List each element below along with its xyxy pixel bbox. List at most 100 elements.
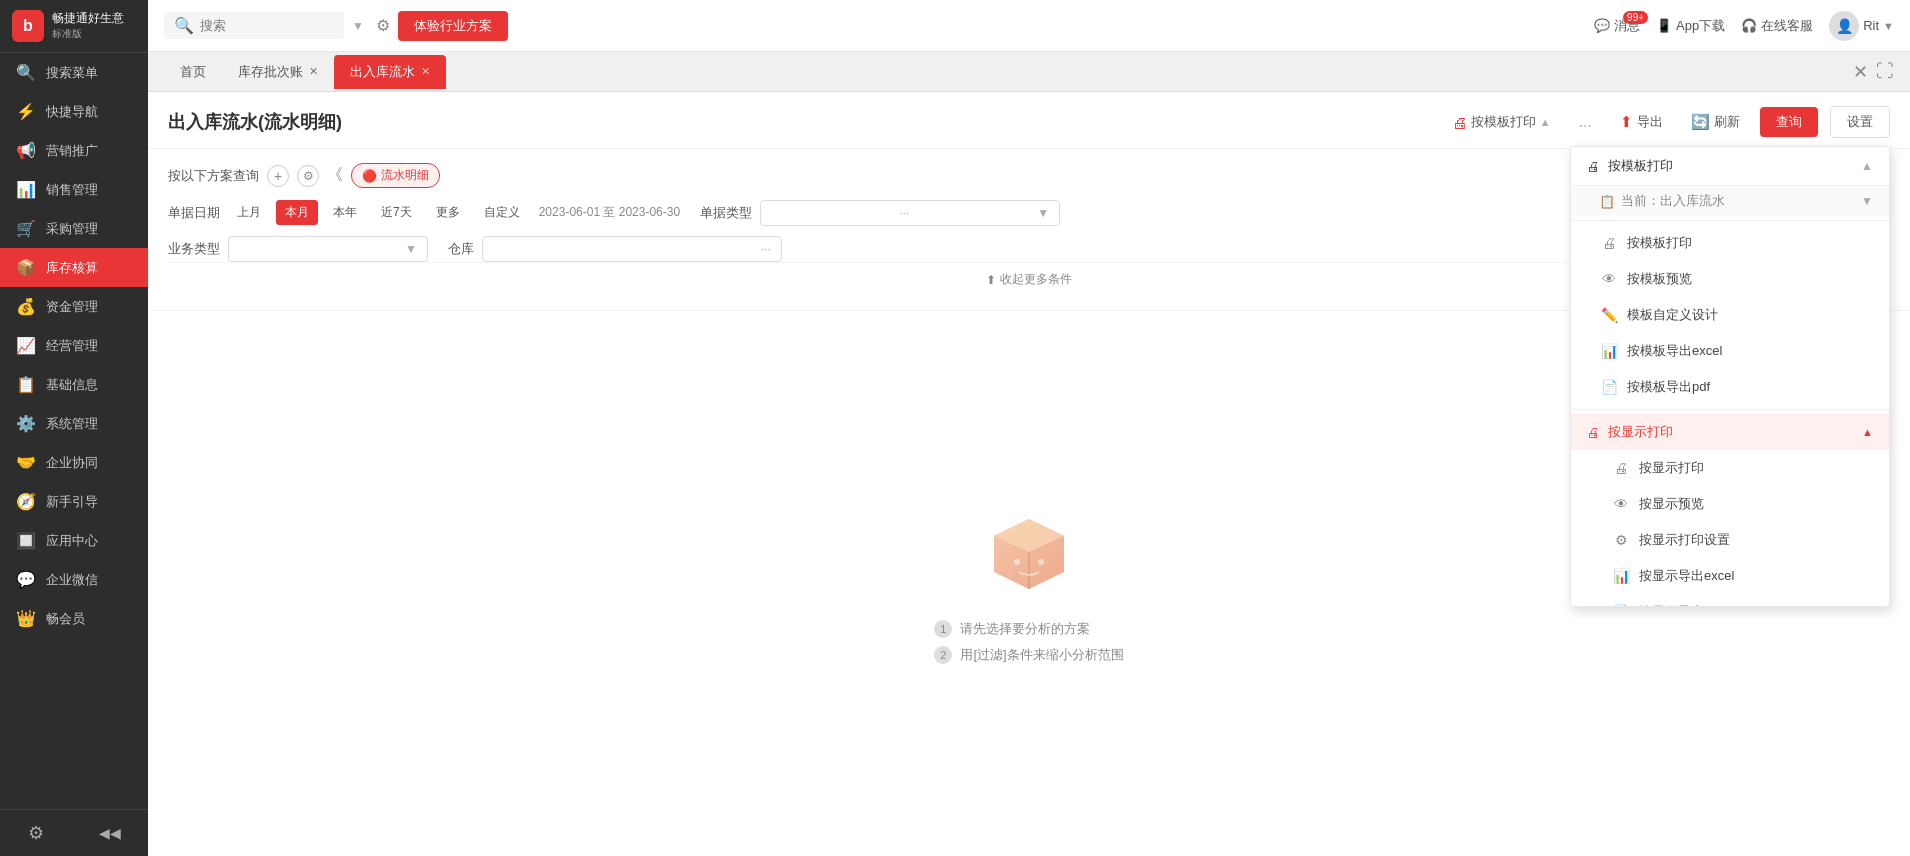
date-btn-custom[interactable]: 自定义 xyxy=(475,200,529,225)
search-input[interactable] xyxy=(200,18,320,33)
sidebar-item-wechat[interactable]: 💬 企业微信 xyxy=(0,560,148,599)
dropdown-item-display-settings[interactable]: ⚙ 按显示打印设置 xyxy=(1571,522,1889,558)
tab-batch[interactable]: 库存批次账 ✕ xyxy=(222,55,334,89)
tab-flow-close-icon[interactable]: ✕ xyxy=(421,65,430,78)
sidebar-item-inventory[interactable]: 📦 库存核算 xyxy=(0,248,148,287)
template-pdf-label: 按模板导出pdf xyxy=(1627,378,1710,396)
dropdown-item-template-preview[interactable]: 👁 按模板预览 xyxy=(1571,261,1889,297)
box-icon: 📦 xyxy=(16,258,36,277)
filter-add-btn[interactable]: + xyxy=(267,165,289,187)
sidebar-item-shortcut[interactable]: ⚡ 快捷导航 xyxy=(0,92,148,131)
bill-type-select[interactable]: ··· ▼ xyxy=(760,200,1060,226)
topbar-chevron-icon[interactable]: ▼ xyxy=(352,19,364,33)
dropdown-item-template-excel[interactable]: 📊 按模板导出excel xyxy=(1571,333,1889,369)
filter-tag-label: 流水明细 xyxy=(381,167,429,184)
sidebar-item-sales[interactable]: 📊 销售管理 xyxy=(0,170,148,209)
wechat-icon: 💬 xyxy=(16,570,36,589)
sidebar-item-system[interactable]: ⚙️ 系统管理 xyxy=(0,404,148,443)
dropdown-item-display-excel[interactable]: 📊 按显示导出excel xyxy=(1571,558,1889,594)
filter-date-item: 单据日期 上月 本月 本年 近7天 更多 自定义 2023-06-01 至 20… xyxy=(168,200,680,225)
bill-type-more-icon[interactable]: ··· xyxy=(899,206,909,220)
dropdown-scroll: 📋 当前：出入库流水 ▼ 🖨 按模板打印 xyxy=(1571,186,1889,606)
app-download-btn[interactable]: 📱 App下载 xyxy=(1656,17,1725,35)
user-profile[interactable]: 👤 Rit ▼ xyxy=(1829,11,1894,41)
content-area: 出入库流水(流水明细) 🖨 按模板打印 ▲ ... ⬆ 导出 🔄 刷新 xyxy=(148,92,1910,856)
date-btn-this-year[interactable]: 本年 xyxy=(324,200,366,225)
online-service-btn[interactable]: 🎧 在线客服 xyxy=(1741,17,1813,35)
money-icon: 💰 xyxy=(16,297,36,316)
display-print-label: 按显示打印 xyxy=(1639,459,1704,477)
search-icon: 🔍 xyxy=(174,16,194,35)
sidebar-item-purchase[interactable]: 🛒 采购管理 xyxy=(0,209,148,248)
sidebar-item-member[interactable]: 👑 畅会员 xyxy=(0,599,148,638)
warehouse-label: 仓库 xyxy=(448,240,474,258)
sidebar-scroll: 🔍 搜索菜单 ⚡ 快捷导航 📢 营销推广 📊 销售管理 🛒 采购管理 📦 库存核… xyxy=(0,53,148,809)
sidebar-item-guide[interactable]: 🧭 新手引导 xyxy=(0,482,148,521)
business-type-label: 业务类型 xyxy=(168,240,220,258)
display-print-icon: 🖨 xyxy=(1611,460,1631,476)
warehouse-more-icon[interactable]: ··· xyxy=(761,242,771,256)
megaphone-icon: 📢 xyxy=(16,141,36,160)
display-print-section-icon: 🖨 xyxy=(1587,425,1600,440)
dropdown-section2-header[interactable]: 🖨 按显示打印 ▲ xyxy=(1571,414,1889,450)
sidebar-item-collab[interactable]: 🤝 企业协同 xyxy=(0,443,148,482)
trial-btn[interactable]: 体验行业方案 xyxy=(398,11,508,41)
dropdown-header: 🖨 按模板打印 ▲ xyxy=(1571,147,1889,186)
settings-btn[interactable]: 设置 xyxy=(1830,106,1890,138)
sidebar-item-basic[interactable]: 📋 基础信息 xyxy=(0,365,148,404)
sidebar-item-label: 经营管理 xyxy=(46,337,98,355)
sidebar-item-label: 企业微信 xyxy=(46,571,98,589)
date-range-text: 2023-06-01 至 2023-06-30 xyxy=(539,204,680,221)
more-dots-btn[interactable]: ... xyxy=(1571,109,1600,135)
print-template-btn[interactable]: 🖨 按模板打印 ▲ xyxy=(1444,109,1559,135)
current-template-arrow[interactable]: ▼ xyxy=(1861,194,1873,208)
bill-type-chevron-icon: ▼ xyxy=(1037,206,1049,220)
date-btn-7days[interactable]: 近7天 xyxy=(372,200,421,225)
date-btn-more[interactable]: 更多 xyxy=(427,200,469,225)
search-box[interactable]: 🔍 xyxy=(164,12,344,39)
dropdown-collapse-icon[interactable]: ▲ xyxy=(1861,159,1873,173)
query-btn[interactable]: 查询 xyxy=(1760,107,1818,137)
template-excel-icon: 📊 xyxy=(1599,343,1619,359)
tab-flow[interactable]: 出入库流水 ✕ xyxy=(334,55,446,89)
dropdown-item-template-print[interactable]: 🖨 按模板打印 xyxy=(1571,225,1889,261)
dropdown-item-display-print[interactable]: 🖨 按显示打印 xyxy=(1571,450,1889,486)
dropdown-item-display-pdf[interactable]: 📄 按显示导出pdf xyxy=(1571,594,1889,606)
dropdown-item-display-preview[interactable]: 👁 按显示预览 xyxy=(1571,486,1889,522)
display-excel-icon: 📊 xyxy=(1611,568,1631,584)
collapse-up-icon: ⬆ xyxy=(986,273,996,287)
settings-bottom-icon[interactable]: ⚙ xyxy=(20,818,52,848)
sidebar-item-search[interactable]: 🔍 搜索菜单 xyxy=(0,53,148,92)
tab-batch-label: 库存批次账 xyxy=(238,63,303,81)
warehouse-select[interactable]: ··· xyxy=(482,236,782,262)
export-icon: ⬆ xyxy=(1620,113,1633,131)
tab-batch-close-icon[interactable]: ✕ xyxy=(309,65,318,78)
tab-maximize-btn[interactable]: ⛶ xyxy=(1876,61,1894,82)
date-btn-last-month[interactable]: 上月 xyxy=(228,200,270,225)
display-settings-icon: ⚙ xyxy=(1611,532,1631,548)
sidebar-item-apps[interactable]: 🔲 应用中心 xyxy=(0,521,148,560)
filter-settings-btn[interactable]: ⚙ xyxy=(297,165,319,187)
print-template-label: 按模板打印 xyxy=(1471,113,1536,131)
dropdown-item-template-pdf[interactable]: 📄 按模板导出pdf xyxy=(1571,369,1889,405)
filter-collapse-chevron[interactable]: 《 xyxy=(327,165,343,186)
sidebar-item-operation[interactable]: 📈 经营管理 xyxy=(0,326,148,365)
date-btn-this-month[interactable]: 本月 xyxy=(276,200,318,225)
user-dropdown-icon: ▼ xyxy=(1883,20,1894,32)
dropdown-item-template-design[interactable]: ✏️ 模板自定义设计 xyxy=(1571,297,1889,333)
tab-home[interactable]: 首页 xyxy=(164,55,222,89)
filter-tag-shuimingxi[interactable]: 🔴 流水明细 xyxy=(351,163,440,188)
business-type-select[interactable]: ▼ xyxy=(228,236,428,262)
topbar-gear-icon[interactable]: ⚙ xyxy=(376,16,390,35)
crown-icon: 👑 xyxy=(16,609,36,628)
template-excel-label: 按模板导出excel xyxy=(1627,342,1722,360)
messages-btn[interactable]: 💬 消息 99+ xyxy=(1594,17,1640,35)
refresh-btn[interactable]: 🔄 刷新 xyxy=(1683,109,1748,135)
sidebar-item-marketing[interactable]: 📢 营销推广 xyxy=(0,131,148,170)
export-btn[interactable]: ⬆ 导出 xyxy=(1612,109,1671,135)
collapse-sidebar-btn[interactable]: ◀◀ xyxy=(91,821,129,845)
empty-box-icon xyxy=(979,504,1079,604)
sidebar-item-finance[interactable]: 💰 资金管理 xyxy=(0,287,148,326)
printer-icon: 🖨 xyxy=(1452,114,1467,131)
tab-close-btn[interactable]: ✕ xyxy=(1853,61,1868,83)
